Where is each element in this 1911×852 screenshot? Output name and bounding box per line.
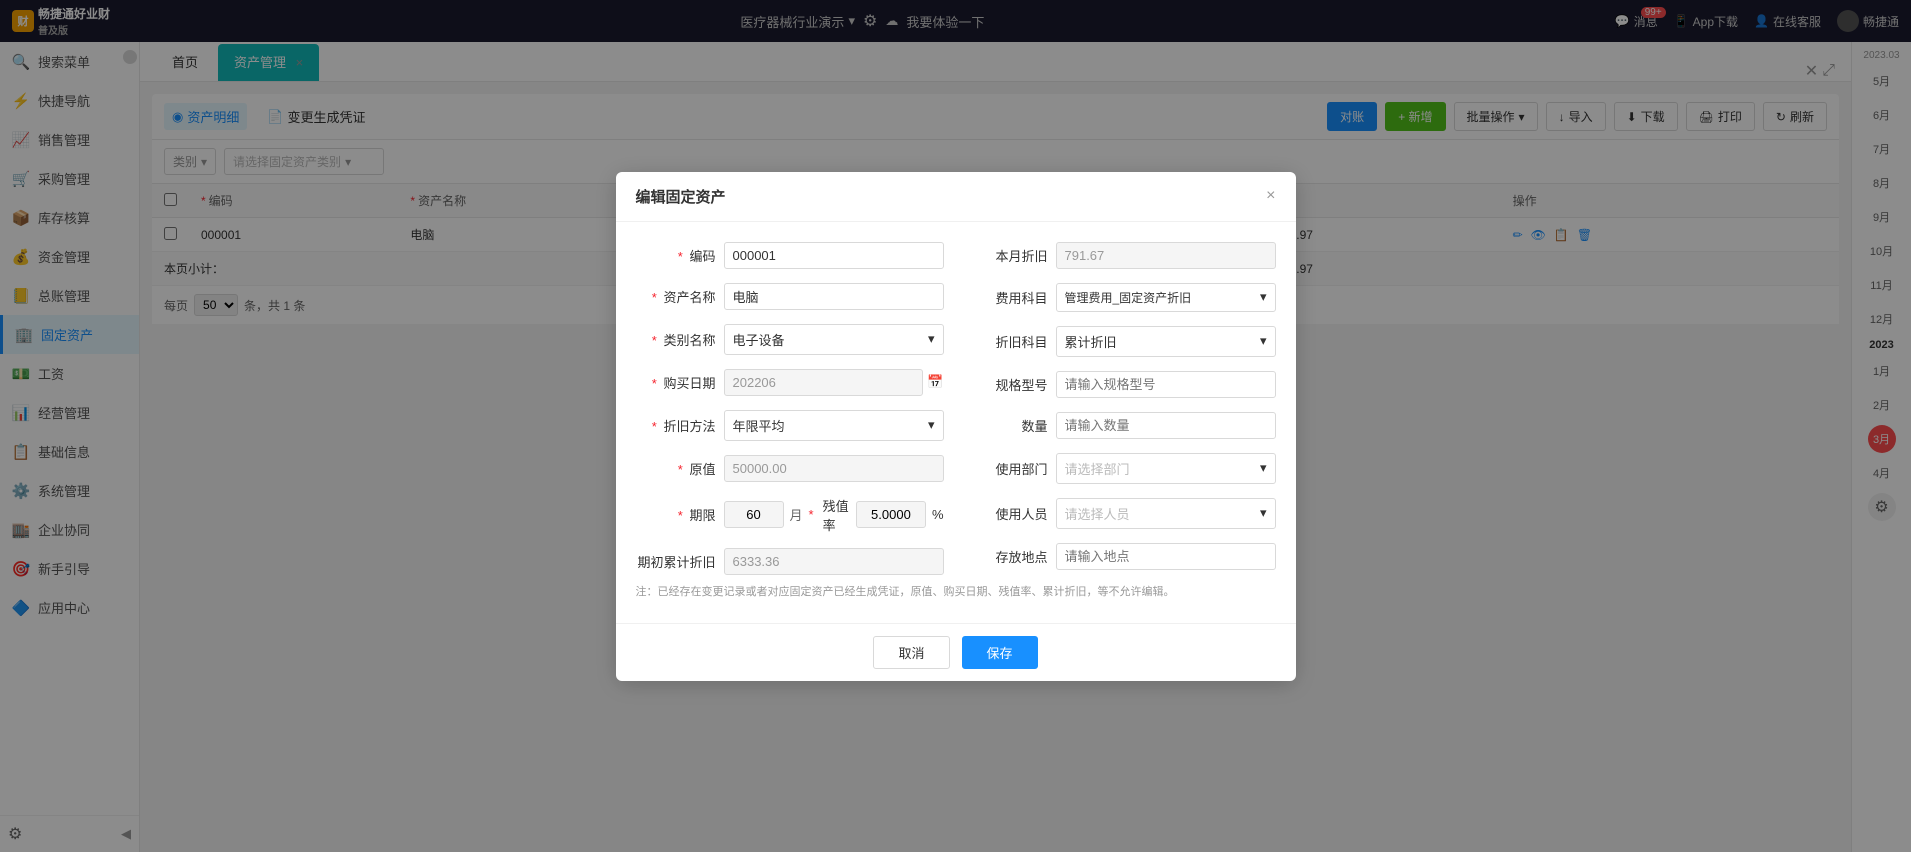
depreciation-method-select[interactable]: 年限平均 ▾ xyxy=(724,410,944,441)
residual-rate-label: 残值率 xyxy=(823,496,850,534)
modal-overlay: 编辑固定资产 × * 编码 xyxy=(0,0,1911,852)
calendar-icon[interactable]: 📅 xyxy=(927,374,943,390)
right-column: 本月折旧 费用科目 管理费用_固定资产折旧 ▾ 折旧科目 xyxy=(968,242,1276,575)
person-select[interactable]: 请选择人员 ▾ xyxy=(1056,498,1276,529)
depreciation-subject-dropdown-icon: ▾ xyxy=(1260,333,1267,349)
person-dropdown-icon: ▾ xyxy=(1260,505,1267,521)
modal-header: 编辑固定资产 × xyxy=(616,172,1296,222)
period-unit: 月 xyxy=(790,505,803,524)
category-label: * 类别名称 xyxy=(636,330,716,349)
init-accumulated-input[interactable] xyxy=(724,548,944,575)
quantity-label: 数量 xyxy=(968,416,1048,435)
modal-body: * 编码 * 资产名称 xyxy=(616,222,1296,623)
form-item-period: * 期限 月 * 残值率 % xyxy=(636,496,944,534)
location-label: 存放地点 xyxy=(968,547,1048,566)
department-dropdown-icon: ▾ xyxy=(1260,460,1267,476)
depreciation-subject-select[interactable]: 累计折旧 ▾ xyxy=(1056,326,1276,357)
original-value-input[interactable] xyxy=(724,455,944,482)
department-label: 使用部门 xyxy=(968,459,1048,478)
depreciation-subject-value: 累计折旧 xyxy=(1065,332,1117,351)
depreciation-method-label: * 折旧方法 xyxy=(636,416,716,435)
form-item-department: 使用部门 请选择部门 ▾ xyxy=(968,453,1276,484)
original-value-label: * 原值 xyxy=(636,459,716,478)
form-item-original-value: * 原值 xyxy=(636,455,944,482)
notice-text: 注：已经存在变更记录或者对应固定资产已经生成凭证，原值、购买日期、残值率、累计折… xyxy=(636,575,1276,603)
init-accumulated-label: 期初累计折旧 xyxy=(636,552,716,571)
expense-subject-label: 费用科目 xyxy=(968,288,1048,307)
purchase-date-input[interactable] xyxy=(724,369,924,396)
quantity-input[interactable] xyxy=(1056,412,1276,439)
category-value: 电子设备 xyxy=(733,330,785,349)
name-input[interactable] xyxy=(724,283,944,310)
monthly-depreciation-label: 本月折旧 xyxy=(968,246,1048,265)
person-placeholder: 请选择人员 xyxy=(1065,504,1130,523)
period-input[interactable] xyxy=(724,501,784,528)
expense-subject-dropdown-icon: ▾ xyxy=(1260,289,1267,305)
form-item-code: * 编码 xyxy=(636,242,944,269)
period-row: 月 * 残值率 % xyxy=(724,496,944,534)
form-grid: * 编码 * 资产名称 xyxy=(636,242,1276,575)
form-item-person: 使用人员 请选择人员 ▾ xyxy=(968,498,1276,529)
form-item-depreciation-method: * 折旧方法 年限平均 ▾ xyxy=(636,410,944,441)
location-input[interactable] xyxy=(1056,543,1276,570)
form-item-purchase-date: * 购买日期 📅 xyxy=(636,369,944,396)
form-item-monthly-depreciation: 本月折旧 xyxy=(968,242,1276,269)
form-item-quantity: 数量 xyxy=(968,412,1276,439)
spec-input[interactable] xyxy=(1056,371,1276,398)
left-column: * 编码 * 资产名称 xyxy=(636,242,944,575)
category-select[interactable]: 电子设备 ▾ xyxy=(724,324,944,355)
category-dropdown-icon: ▾ xyxy=(928,331,935,347)
form-item-name: * 资产名称 xyxy=(636,283,944,310)
depreciation-method-dropdown-icon: ▾ xyxy=(928,417,935,433)
code-label: * 编码 xyxy=(636,246,716,265)
code-input[interactable] xyxy=(724,242,944,269)
period-label: * 期限 xyxy=(636,505,716,524)
save-button[interactable]: 保存 xyxy=(962,636,1038,669)
person-label: 使用人员 xyxy=(968,504,1048,523)
purchase-date-label: * 购买日期 xyxy=(636,373,716,392)
modal-close-btn[interactable]: × xyxy=(1266,187,1275,205)
form-item-expense-subject: 费用科目 管理费用_固定资产折旧 ▾ xyxy=(968,283,1276,312)
form-item-category: * 类别名称 电子设备 ▾ xyxy=(636,324,944,355)
form-item-spec: 规格型号 xyxy=(968,371,1276,398)
residual-rate-input[interactable] xyxy=(856,501,926,528)
modal-title: 编辑固定资产 xyxy=(636,186,726,207)
department-select[interactable]: 请选择部门 ▾ xyxy=(1056,453,1276,484)
form-item-init-accumulated: 期初累计折旧 xyxy=(636,548,944,575)
residual-rate-unit: % xyxy=(932,507,944,522)
depreciation-method-value: 年限平均 xyxy=(733,416,785,435)
edit-asset-modal: 编辑固定资产 × * 编码 xyxy=(616,172,1296,681)
form-item-location: 存放地点 xyxy=(968,543,1276,570)
expense-subject-value: 管理费用_固定资产折旧 xyxy=(1065,289,1192,306)
department-placeholder: 请选择部门 xyxy=(1065,459,1130,478)
spec-label: 规格型号 xyxy=(968,375,1048,394)
name-label: * 资产名称 xyxy=(636,287,716,306)
monthly-depreciation-input xyxy=(1056,242,1276,269)
form-item-depreciation-subject: 折旧科目 累计折旧 ▾ xyxy=(968,326,1276,357)
modal-footer: 取消 保存 xyxy=(616,623,1296,681)
expense-subject-select[interactable]: 管理费用_固定资产折旧 ▾ xyxy=(1056,283,1276,312)
cancel-button[interactable]: 取消 xyxy=(873,636,949,669)
depreciation-subject-label: 折旧科目 xyxy=(968,332,1048,351)
